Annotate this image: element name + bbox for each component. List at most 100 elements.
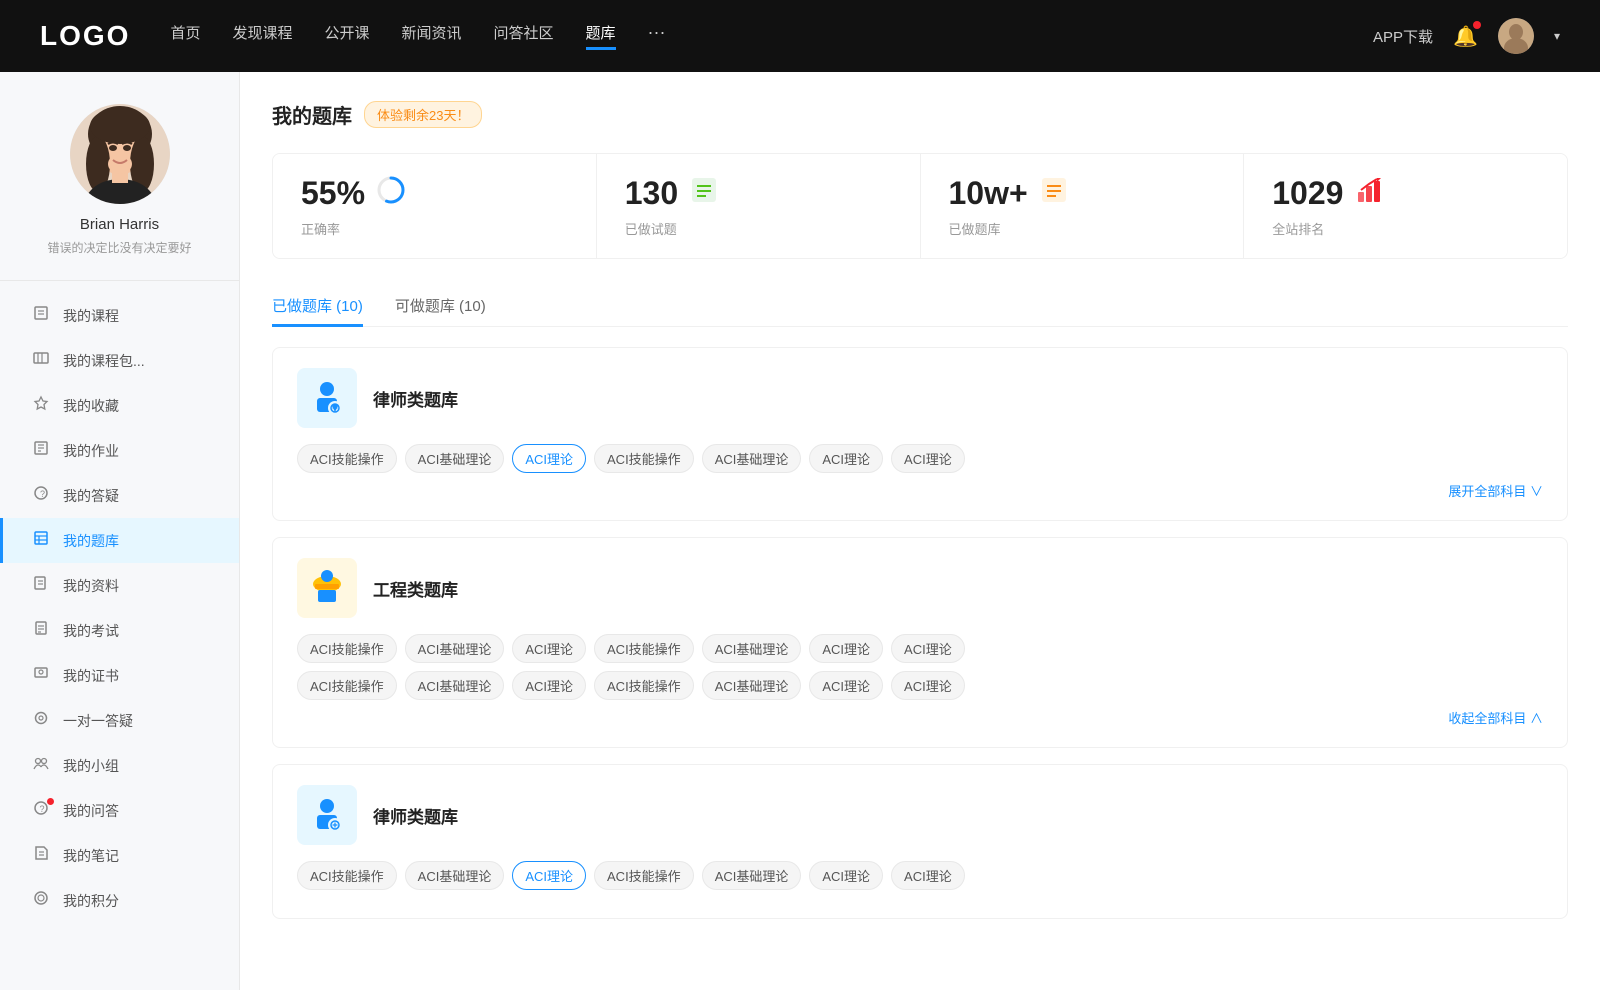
menu-my-qa[interactable]: ? 我的问答 [0, 788, 239, 833]
menu-tutoring-label: 一对一答疑 [63, 711, 133, 731]
certificate-icon [31, 665, 51, 686]
page-title: 我的题库 [272, 100, 352, 129]
tags-row-engineer-2: ACI技能操作 ACI基础理论 ACI理论 ACI技能操作 ACI基础理论 AC… [297, 671, 1543, 700]
tag[interactable]: ACI理论 [809, 671, 883, 700]
nav-discover[interactable]: 发现课程 [232, 22, 292, 50]
courses-icon [31, 305, 51, 326]
accuracy-value: 55% [301, 175, 365, 212]
avatar-image [1498, 18, 1534, 54]
menu-question-bank-label: 我的题库 [63, 531, 119, 551]
menu-materials-label: 我的资料 [63, 576, 119, 596]
menu-materials[interactable]: 我的资料 [0, 563, 239, 608]
nav-opencourse[interactable]: 公开课 [324, 22, 369, 50]
menu-homework[interactable]: 我的作业 [0, 428, 239, 473]
menu-course-packages[interactable]: 我的课程包... [0, 338, 239, 383]
qbank-header-lawyer-2: 律师类题库 [297, 785, 1543, 845]
notification-bell[interactable]: 🔔 [1453, 24, 1478, 49]
stats-row: 55% 正确率 130 [272, 153, 1568, 259]
nav-right: APP下载 🔔 ▾ [1373, 18, 1560, 54]
tag[interactable]: ACI技能操作 [594, 634, 694, 663]
tag-active[interactable]: ACI理论 [512, 444, 586, 473]
menu-notes[interactable]: 我的笔记 [0, 833, 239, 878]
tags-row-engineer-1: ACI技能操作 ACI基础理论 ACI理论 ACI技能操作 ACI基础理论 AC… [297, 634, 1543, 663]
tag[interactable]: ACI理论 [891, 671, 965, 700]
menu-questions[interactable]: ? 我的答疑 [0, 473, 239, 518]
menu-group-label: 我的小组 [63, 756, 119, 776]
qbank-name-lawyer-2: 律师类题库 [373, 803, 458, 828]
main-content: 我的题库 体验剩余23天！ 55% 正确率 13 [240, 72, 1600, 990]
tutoring-icon [31, 710, 51, 731]
menu-favorites-label: 我的收藏 [63, 396, 119, 416]
tag[interactable]: ACI基础理论 [702, 634, 802, 663]
menu-certificate[interactable]: 我的证书 [0, 653, 239, 698]
tab-done-banks[interactable]: 已做题库 (10) [272, 287, 363, 327]
tag[interactable]: ACI理论 [891, 861, 965, 890]
menu-certificate-label: 我的证书 [63, 666, 119, 686]
tab-available-banks[interactable]: 可做题库 (10) [395, 287, 486, 327]
nav-questions[interactable]: 题库 [586, 22, 616, 50]
menu-homework-label: 我的作业 [63, 441, 119, 461]
nav-home[interactable]: 首页 [170, 22, 200, 50]
menu-course-packages-label: 我的课程包... [63, 351, 145, 371]
tag[interactable]: ACI基础理论 [405, 634, 505, 663]
qbank-section-lawyer-1: 律师类题库 ACI技能操作 ACI基础理论 ACI理论 ACI技能操作 ACI基… [272, 347, 1568, 521]
tag[interactable]: ACI基础理论 [702, 671, 802, 700]
bell-icon: 🔔 [1453, 26, 1478, 48]
tag[interactable]: ACI基础理论 [702, 861, 802, 890]
qa-dot [47, 798, 54, 805]
qbank-header-lawyer-1: 律师类题库 [297, 368, 1543, 428]
nav-more[interactable]: ··· [648, 22, 666, 50]
menu-group[interactable]: 我的小组 [0, 743, 239, 788]
user-dropdown-arrow[interactable]: ▾ [1554, 29, 1560, 43]
accuracy-label: 正确率 [301, 219, 568, 238]
tag[interactable]: ACI理论 [809, 634, 883, 663]
homework-icon [31, 440, 51, 461]
tag[interactable]: ACI技能操作 [594, 861, 694, 890]
tag[interactable]: ACI基础理论 [405, 444, 505, 473]
expand-button-1[interactable]: 展开全部科目 ∨ [297, 481, 1543, 500]
tag[interactable]: ACI基础理论 [702, 444, 802, 473]
app-download-button[interactable]: APP下载 [1373, 26, 1433, 47]
done-questions-icon [688, 174, 720, 213]
menu-points[interactable]: 我的积分 [0, 878, 239, 923]
question-bank-icon [31, 530, 51, 551]
tag[interactable]: ACI理论 [809, 444, 883, 473]
menu-notes-label: 我的笔记 [63, 846, 119, 866]
stat-ranking: 1029 全站排名 [1244, 154, 1567, 258]
ranking-label: 全站排名 [1272, 219, 1539, 238]
menu-exams-label: 我的考试 [63, 621, 119, 641]
tag[interactable]: ACI理论 [809, 861, 883, 890]
navbar: LOGO 首页 发现课程 公开课 新闻资讯 问答社区 题库 ··· APP下载 … [0, 0, 1600, 72]
tag[interactable]: ACI理论 [891, 444, 965, 473]
nav-qa[interactable]: 问答社区 [494, 22, 554, 50]
menu-my-courses[interactable]: 我的课程 [0, 293, 239, 338]
menu-favorites[interactable]: 我的收藏 [0, 383, 239, 428]
tag[interactable]: ACI技能操作 [297, 671, 397, 700]
menu-question-bank[interactable]: 我的题库 [0, 518, 239, 563]
tag[interactable]: ACI理论 [891, 634, 965, 663]
nav-news[interactable]: 新闻资讯 [402, 22, 462, 50]
user-avatar[interactable] [1498, 18, 1534, 54]
page-header: 我的题库 体验剩余23天！ [272, 100, 1568, 129]
tag[interactable]: ACI技能操作 [297, 861, 397, 890]
tags-row-lawyer-2: ACI技能操作 ACI基础理论 ACI理论 ACI技能操作 ACI基础理论 AC… [297, 861, 1543, 890]
collapse-button[interactable]: 收起全部科目 ∧ [297, 708, 1543, 727]
done-banks-label: 已做题库 [949, 219, 1216, 238]
tag[interactable]: ACI基础理论 [405, 861, 505, 890]
tag[interactable]: ACI技能操作 [594, 671, 694, 700]
menu-tutoring[interactable]: 一对一答疑 [0, 698, 239, 743]
profile-motto: 错误的决定比没有决定要好 [47, 239, 191, 256]
tag[interactable]: ACI技能操作 [297, 444, 397, 473]
menu-exams[interactable]: 我的考试 [0, 608, 239, 653]
tabs-row: 已做题库 (10) 可做题库 (10) [272, 287, 1568, 327]
tag[interactable]: ACI技能操作 [297, 634, 397, 663]
qbank-name-engineer: 工程类题库 [373, 576, 458, 601]
engineer-icon [297, 558, 357, 618]
tag[interactable]: ACI基础理论 [405, 671, 505, 700]
tag[interactable]: ACI理论 [512, 634, 586, 663]
tag[interactable]: ACI理论 [512, 671, 586, 700]
lawyer-icon-2 [297, 785, 357, 845]
tag-active[interactable]: ACI理论 [512, 861, 586, 890]
tag[interactable]: ACI技能操作 [594, 444, 694, 473]
profile-name: Brian Harris [80, 216, 159, 233]
